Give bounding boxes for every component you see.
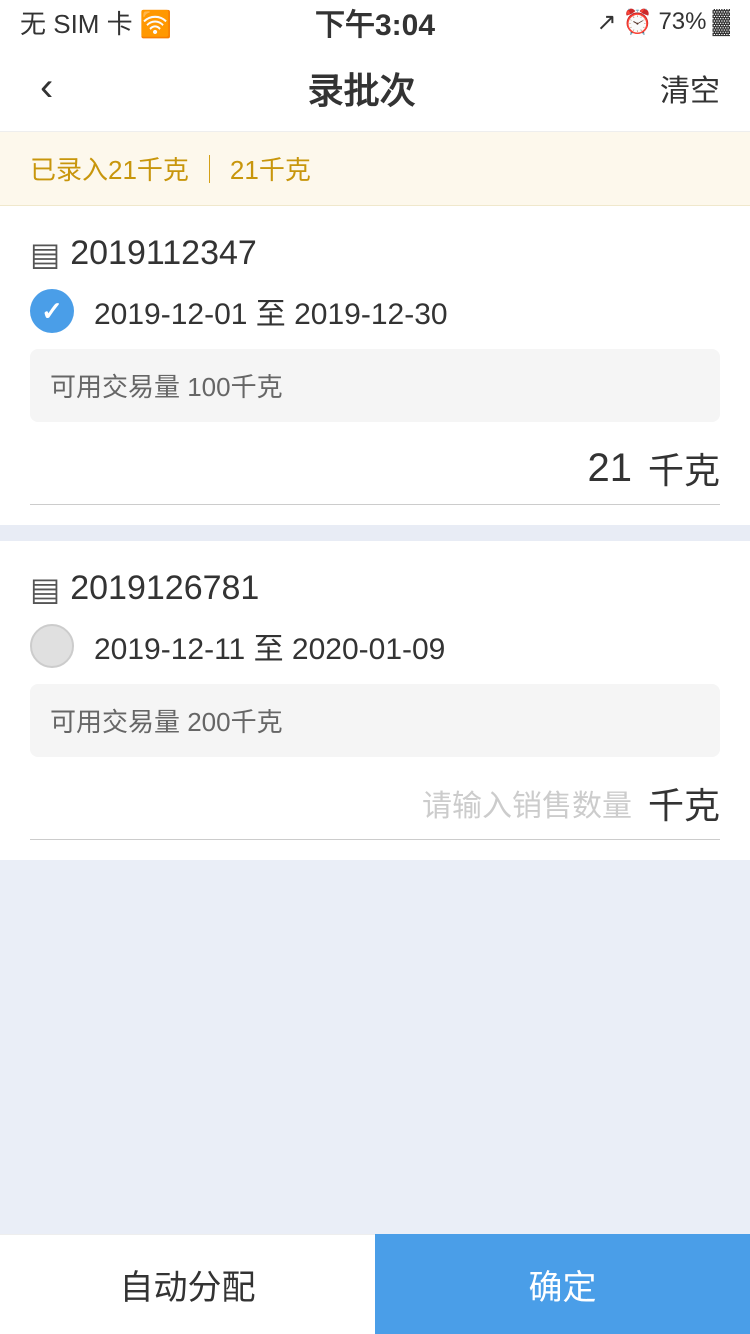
back-button[interactable]: ‹ (30, 55, 63, 120)
batch1-quantity-unit: 千克 (648, 442, 720, 494)
card-separator (0, 525, 750, 541)
recorded-label: 已录入21千克 (30, 150, 189, 187)
batch2-header: ▤ 2019126781 (30, 569, 720, 608)
summary-bar: 已录入21千克 21千克 (0, 132, 750, 206)
batch1-quantity-value: 21 (587, 446, 632, 491)
batch2-date-row: 2019-12-11 至 2020-01-09 (30, 624, 720, 668)
page-title: 录批次 (308, 62, 416, 114)
grey-area (0, 860, 750, 1260)
batch1-date-row: ✓ 2019-12-01 至 2019-12-30 (30, 289, 720, 333)
battery-text: 73% (658, 8, 706, 36)
batch-card-1: ▤ 2019112347 ✓ 2019-12-01 至 2019-12-30 可… (0, 206, 750, 525)
confirm-button[interactable]: 确定 (375, 1234, 750, 1334)
status-left: 无 SIM 卡 🛜 (20, 4, 172, 41)
status-time: 下午3:04 (315, 0, 435, 44)
bottom-bar: 自动分配 确定 (0, 1234, 750, 1334)
clear-button[interactable]: 清空 (660, 66, 720, 110)
clock-icon: ⏰ (623, 8, 653, 37)
checkmark-icon: ✓ (41, 296, 63, 327)
nav-bar: ‹ 录批次 清空 (0, 44, 750, 132)
auto-distribute-button[interactable]: 自动分配 (0, 1234, 375, 1334)
batch1-date: 2019-12-01 至 2019-12-30 (94, 289, 448, 333)
batch1-id: 2019112347 (70, 234, 257, 273)
location-icon: ↗ (596, 8, 616, 37)
batch2-input-unit: 千克 (648, 777, 720, 829)
total-label: 21千克 (230, 150, 311, 187)
batch2-date: 2019-12-11 至 2020-01-09 (94, 624, 445, 668)
no-sim-text: 无 SIM 卡 🛜 (20, 4, 172, 41)
batch1-quantity-row: 21 千克 (0, 422, 750, 504)
batch2-available: 可用交易量 200千克 (30, 684, 720, 757)
batch2-input-row[interactable]: 请输入销售数量 千克 (0, 757, 750, 839)
batch1-header: ▤ 2019112347 (30, 234, 720, 273)
batch1-checkbox[interactable]: ✓ (30, 289, 74, 333)
battery-icon: ▓ (713, 8, 731, 36)
batch2-input-placeholder: 请输入销售数量 (30, 781, 632, 825)
batch2-id: 2019126781 (70, 569, 259, 608)
batch1-icon: ▤ (30, 235, 60, 273)
batch2-icon: ▤ (30, 570, 60, 608)
summary-divider (209, 155, 210, 183)
batch2-checkbox[interactable] (30, 624, 74, 668)
batch1-available: 可用交易量 100千克 (30, 349, 720, 422)
status-bar: 无 SIM 卡 🛜 下午3:04 ↗ ⏰ 73% ▓ (0, 0, 750, 44)
batch-card-2: ▤ 2019126781 2019-12-11 至 2020-01-09 可用交… (0, 541, 750, 860)
status-right: ↗ ⏰ 73% ▓ (596, 8, 730, 37)
